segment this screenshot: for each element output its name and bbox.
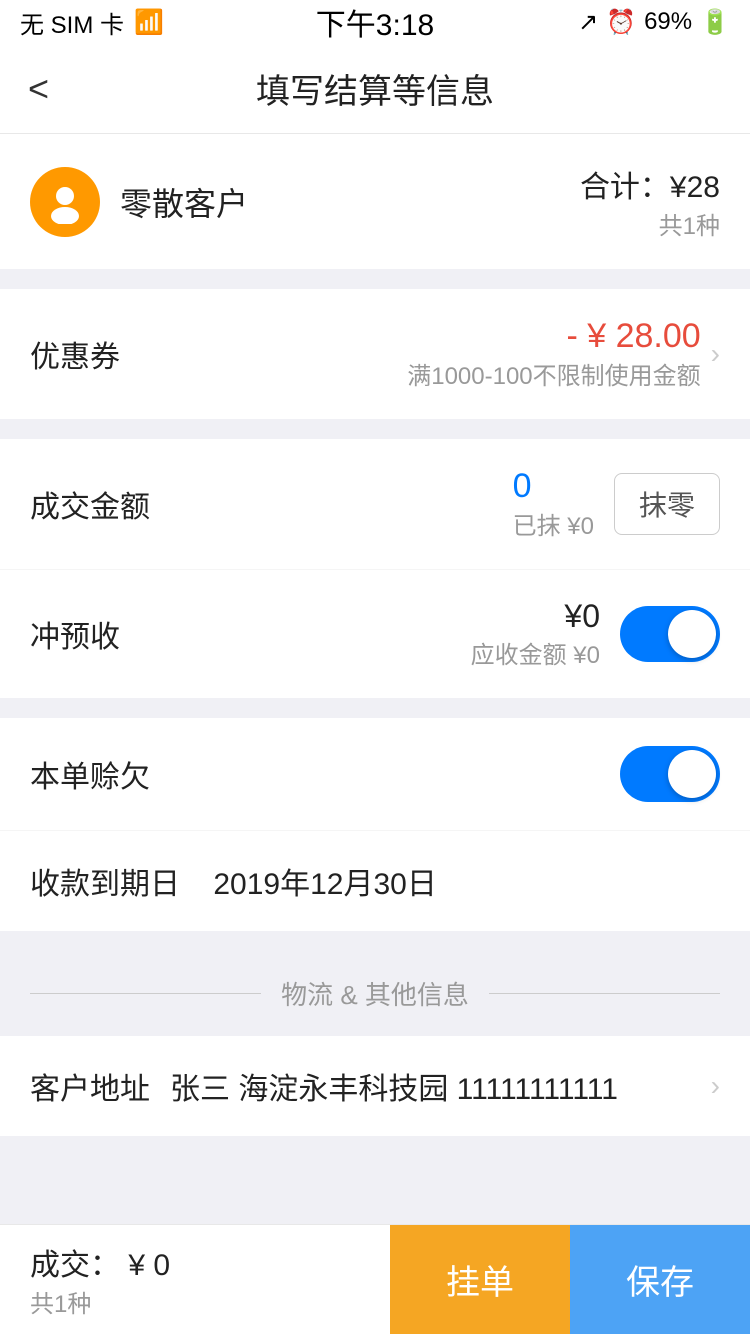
- transaction-amount: 0: [513, 467, 594, 506]
- person-icon: [43, 180, 87, 224]
- wifi-icon: 📶: [134, 8, 164, 37]
- customer-count: 共1种: [580, 206, 720, 241]
- address-label: 客户地址: [30, 1064, 150, 1108]
- logistics-divider: 物流 & 其他信息: [0, 951, 750, 1036]
- transaction-label: 成交金额: [30, 482, 150, 526]
- advance-main-amount: ¥0: [471, 598, 600, 635]
- address-value: 张三 海淀永丰科技园 11111111111: [170, 1064, 711, 1108]
- transaction-amount-group: 0 已抹 ¥0: [513, 467, 594, 541]
- customer-section: 零散客户 合计：¥28 共1种: [0, 134, 750, 269]
- battery-icon: 🔋: [700, 8, 730, 37]
- location-icon: ↗: [578, 8, 598, 37]
- bottom-bar: 成交： ¥ 0 共1种 挂单 保存: [0, 1224, 750, 1334]
- status-left: 无 SIM 卡 📶: [20, 5, 164, 40]
- chevron-right-icon: ›: [711, 338, 720, 370]
- coupon-right: - ¥ 28.00 满1000-100不限制使用金额 ›: [407, 317, 720, 391]
- bottom-deal-label: 成交： ¥ 0: [30, 1240, 360, 1284]
- round-zero-button[interactable]: 抹零: [614, 473, 720, 535]
- bottom-summary: 成交： ¥ 0 共1种: [0, 1240, 390, 1319]
- advance-right: ¥0 应收金额 ¥0: [471, 598, 720, 670]
- customer-left: 零散客户: [30, 167, 248, 237]
- page-title: 填写结算等信息: [256, 64, 494, 113]
- logistics-label: 物流 & 其他信息: [281, 975, 469, 1012]
- advance-sub-amount: 应收金额 ¥0: [471, 635, 600, 670]
- coupon-info: - ¥ 28.00 满1000-100不限制使用金额: [407, 317, 700, 391]
- debt-toggle[interactable]: [620, 746, 720, 802]
- main-content: 零散客户 合计：¥28 共1种 优惠券 - ¥ 28.00 满1000-100不…: [0, 134, 750, 1256]
- customer-total: 合计：¥28: [580, 162, 720, 206]
- coupon-desc: 满1000-100不限制使用金额: [407, 356, 700, 391]
- advance-toggle[interactable]: [620, 606, 720, 662]
- gap-1: [0, 269, 750, 289]
- transaction-sub: 已抹 ¥0: [513, 506, 594, 541]
- status-bar: 无 SIM 卡 📶 下午3:18 ↗ ⏰ 69% 🔋: [0, 0, 750, 44]
- transaction-right: 0 已抹 ¥0 抹零: [513, 467, 720, 541]
- bottom-count-label: 共1种: [30, 1284, 360, 1319]
- advance-amounts: ¥0 应收金额 ¥0: [471, 598, 600, 670]
- advance-row: 冲预收 ¥0 应收金额 ¥0: [0, 570, 750, 698]
- status-time: 下午3:18: [316, 0, 434, 44]
- divider-line-right: [489, 993, 720, 994]
- back-button[interactable]: <: [28, 68, 49, 110]
- toggle-knob: [668, 610, 716, 658]
- transaction-row: 成交金额 0 已抹 ¥0 抹零: [0, 439, 750, 570]
- address-chevron-icon: ›: [711, 1070, 720, 1102]
- due-date-label: 收款到期日: [30, 868, 180, 901]
- address-section[interactable]: 客户地址 张三 海淀永丰科技园 11111111111 ›: [0, 1036, 750, 1136]
- debt-label: 本单赊欠: [30, 752, 150, 796]
- transaction-section: 成交金额 0 已抹 ¥0 抹零 冲预收 ¥0 应收金额 ¥0: [0, 439, 750, 698]
- due-date-section: 收款到期日 2019年12月30日: [0, 830, 750, 931]
- pending-button[interactable]: 挂单: [390, 1225, 570, 1334]
- coupon-label: 优惠券: [30, 332, 120, 376]
- gap-2: [0, 419, 750, 439]
- coupon-amount: - ¥ 28.00: [407, 317, 700, 356]
- carrier-label: 无 SIM 卡: [20, 5, 124, 40]
- save-button[interactable]: 保存: [570, 1225, 750, 1334]
- divider-line-left: [30, 993, 261, 994]
- status-right: ↗ ⏰ 69% 🔋: [578, 8, 730, 37]
- battery-label: 69%: [644, 8, 692, 36]
- advance-label: 冲预收: [30, 612, 120, 656]
- debt-row: 本单赊欠: [0, 718, 750, 830]
- customer-right: 合计：¥28 共1种: [580, 162, 720, 241]
- customer-name: 零散客户: [120, 179, 248, 225]
- coupon-section[interactable]: 优惠券 - ¥ 28.00 满1000-100不限制使用金额 ›: [0, 289, 750, 419]
- due-date-text: 收款到期日 2019年12月30日: [30, 868, 437, 901]
- nav-bar: < 填写结算等信息: [0, 44, 750, 134]
- debt-toggle-knob: [668, 750, 716, 798]
- gap-3: [0, 698, 750, 718]
- alarm-icon: ⏰: [606, 8, 636, 37]
- debt-section: 本单赊欠 收款到期日 2019年12月30日: [0, 718, 750, 931]
- due-date-value: 2019年12月30日: [213, 868, 436, 901]
- avatar: [30, 167, 100, 237]
